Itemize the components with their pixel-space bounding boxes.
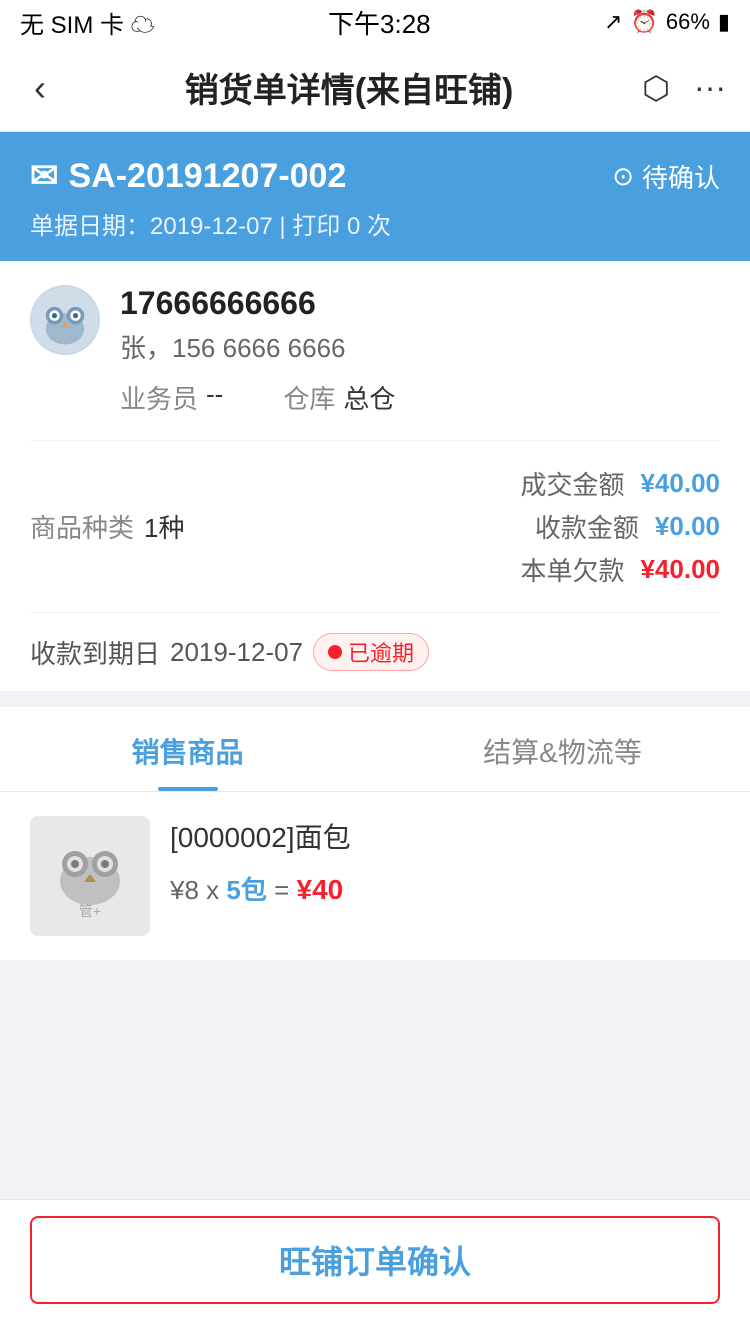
warehouse-label: 仓库 [283, 379, 335, 416]
more-icon[interactable]: ··· [694, 69, 726, 106]
nav-actions: ⬡ ··· [642, 69, 726, 107]
overdue-text: 已逾期 [348, 636, 414, 668]
tab-settlement[interactable]: 结算&物流等 [375, 707, 750, 791]
location-icon: ↗ [604, 9, 622, 35]
customer-meta: 业务员 -- 仓库 总仓 [120, 379, 720, 416]
warehouse-item: 仓库 总仓 [283, 379, 395, 416]
price-equals: = [274, 875, 289, 905]
no-sim-text: 无 SIM 卡 ☁ [20, 5, 155, 40]
owed-amount-value: ¥40.00 [640, 554, 720, 585]
price-quantity: 5包 [226, 875, 266, 905]
due-date-section: 收款到期日 2019-12-07 已逾期 [0, 613, 750, 691]
status-bar: 无 SIM 卡 ☁ 下午3:28 ↗ ⏰ 66% ▮ [0, 0, 750, 44]
confirm-order-button[interactable]: 旺铺订单确认 [30, 1216, 720, 1304]
deal-amount-value: ¥40.00 [640, 468, 720, 499]
product-types: 商品种类 1种 [30, 465, 500, 588]
received-amount-row: 收款金额 ¥0.00 [535, 508, 720, 545]
customer-phone: 17666666666 [120, 285, 720, 322]
customer-section: 17666666666 张，156 6666 6666 业务员 -- 仓库 总仓 [0, 261, 750, 440]
tab-sales-label: 销售商品 [131, 737, 243, 768]
bottom-bar: 旺铺订单确认 [0, 1199, 750, 1334]
product-name: [0000002]面包 [170, 816, 720, 856]
status-right: ↗ ⏰ 66% ▮ [604, 9, 730, 35]
received-amount-value: ¥0.00 [655, 511, 720, 542]
warehouse-value: 总仓 [343, 379, 395, 416]
due-date-label: 收款到期日 [30, 634, 160, 671]
price-formula: ¥8 x [170, 875, 219, 905]
owed-amount-row: 本单欠款 ¥40.00 [520, 551, 720, 588]
owed-amount-label: 本单欠款 [520, 551, 624, 588]
back-button[interactable]: ‹ [24, 57, 56, 119]
product-types-label: 商品种类 [30, 508, 134, 545]
price-total: ¥40 [297, 874, 344, 905]
svg-text:管+: 管+ [79, 903, 101, 919]
order-mail-icon: ✉ [30, 156, 59, 196]
avatar [30, 285, 100, 355]
summary-section: 商品种类 1种 成交金额 ¥40.00 收款金额 ¥0.00 本单欠款 ¥40.… [0, 441, 750, 612]
status-text: 待确认 [642, 158, 720, 195]
due-date-value: 2019-12-07 [170, 637, 303, 668]
bottom-space [0, 960, 750, 1160]
battery-icon: ▮ [718, 9, 730, 35]
tabs: 销售商品 结算&物流等 [0, 707, 750, 792]
amount-summary: 成交金额 ¥40.00 收款金额 ¥0.00 本单欠款 ¥40.00 [520, 465, 720, 588]
product-info: [0000002]面包 ¥8 x 5包 = ¥40 [170, 816, 720, 907]
overdue-badge: 已逾期 [313, 633, 429, 671]
navigation-bar: ‹ 销货单详情(来自旺铺) ⬡ ··· [0, 44, 750, 132]
battery-text: 66% [666, 9, 710, 35]
share-icon[interactable]: ⬡ [642, 69, 670, 107]
status-left: 无 SIM 卡 ☁ [20, 5, 155, 40]
order-number: ✉ SA-20191207-002 [30, 156, 346, 196]
order-status: ⊙ 待确认 [612, 158, 720, 195]
salesperson-label: 业务员 [120, 379, 198, 416]
order-header: ✉ SA-20191207-002 ⊙ 待确认 单据日期：2019-12-07 … [0, 132, 750, 261]
tab-sales-products[interactable]: 销售商品 [0, 707, 375, 791]
customer-name: 张，156 6666 6666 [120, 328, 720, 365]
product-types-value: 1种 [144, 508, 184, 545]
deal-amount-label: 成交金额 [520, 465, 624, 502]
tab-settlement-label: 结算&物流等 [483, 737, 642, 768]
received-amount-label: 收款金额 [535, 508, 639, 545]
alarm-icon: ⏰ [630, 9, 657, 35]
product-image: 管+ [30, 816, 150, 936]
clock-icon: ⊙ [612, 161, 634, 192]
product-price: ¥8 x 5包 = ¥40 [170, 870, 720, 907]
order-date: 单据日期：2019-12-07 | 打印 0 次 [30, 206, 720, 241]
page-title: 销货单详情(来自旺铺) [56, 63, 642, 112]
salesperson-value: -- [206, 379, 223, 416]
tab-section: 销售商品 结算&物流等 管+ [0000002]面包 [0, 707, 750, 960]
customer-info: 17666666666 张，156 6666 6666 业务员 -- 仓库 总仓 [120, 285, 720, 416]
overdue-dot-icon [328, 645, 342, 659]
product-item: 管+ [0000002]面包 ¥8 x 5包 = ¥40 [0, 792, 750, 960]
deal-amount-row: 成交金额 ¥40.00 [520, 465, 720, 502]
salesperson-item: 业务员 -- [120, 379, 223, 416]
status-time: 下午3:28 [328, 4, 431, 41]
order-number-text: SA-20191207-002 [69, 157, 347, 196]
